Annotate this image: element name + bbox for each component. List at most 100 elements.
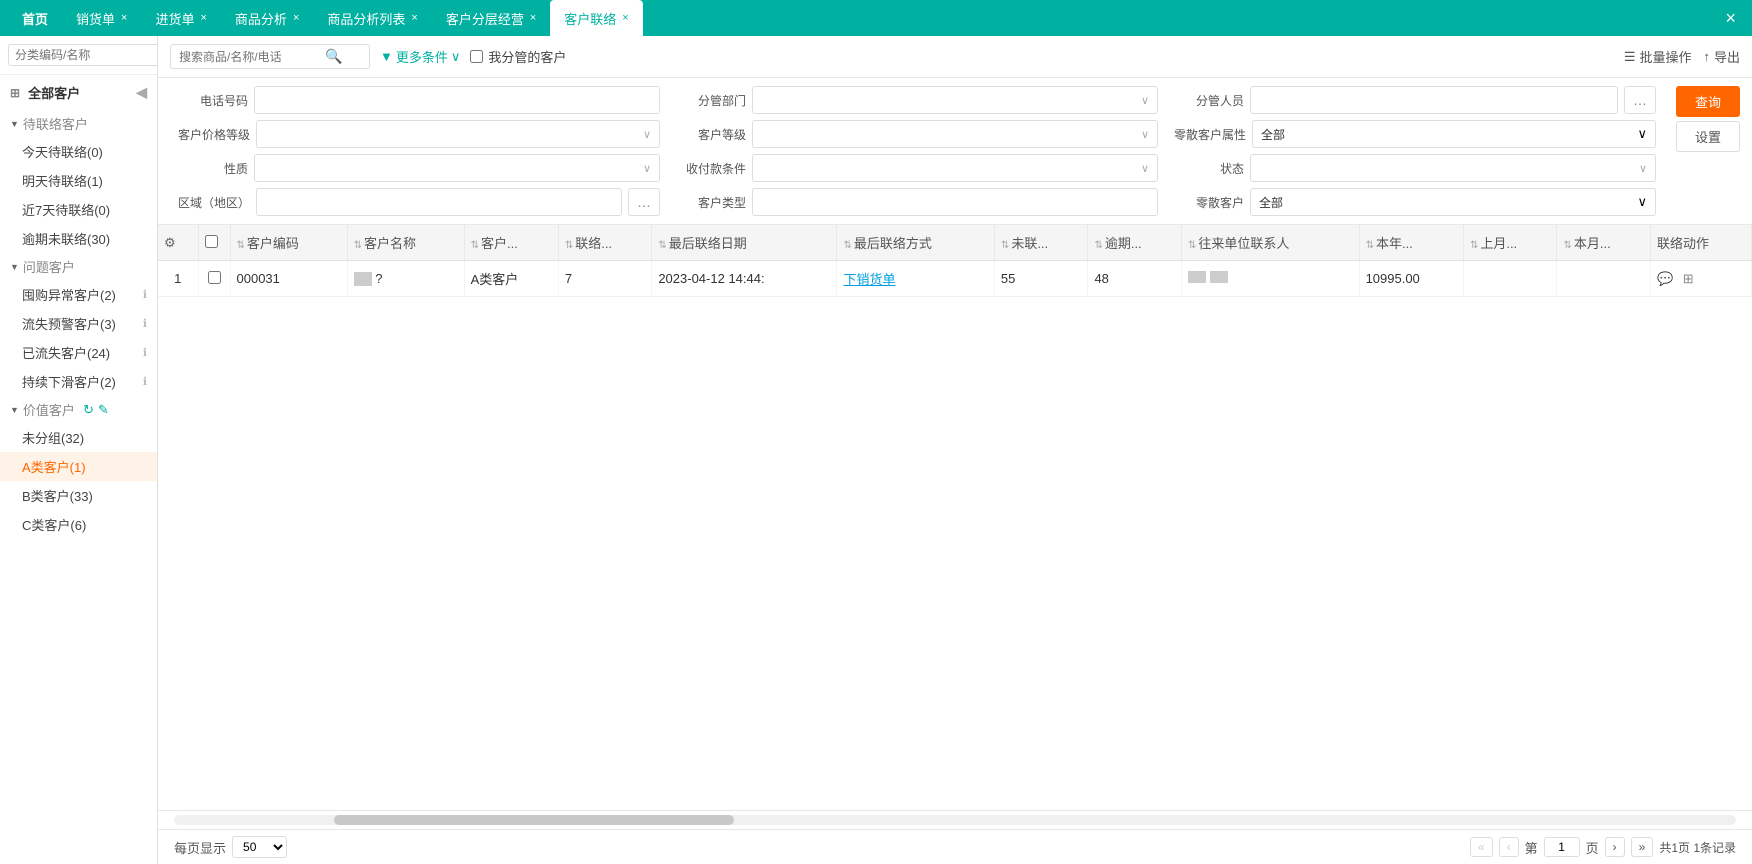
close-tab-5-icon[interactable]: × <box>622 12 628 24</box>
next-page-button[interactable]: › <box>1605 837 1625 857</box>
edit-icon[interactable]: ✎ <box>98 402 109 418</box>
sidebar-item-c-class[interactable]: C类客户(6) <box>0 510 157 539</box>
phone-input[interactable] <box>254 86 660 114</box>
sort-icon-code: ⇅ <box>237 240 245 251</box>
th-last-month[interactable]: ⇅上月... <box>1463 225 1557 261</box>
nav-home[interactable]: 首页 <box>8 0 62 36</box>
th-contact-count[interactable]: ⇅联络... <box>558 225 652 261</box>
page-size-select[interactable]: 50 100 200 <box>232 836 287 858</box>
sidebar-item-b-class[interactable]: B类客户(33) <box>0 481 157 510</box>
close-tab-1-icon[interactable]: × <box>200 12 206 24</box>
price-level-select[interactable]: ∨ <box>256 120 660 148</box>
phone-label: 电话号码 <box>178 92 248 109</box>
filter-search-input[interactable] <box>179 50 319 64</box>
page-number-input[interactable] <box>1544 837 1580 857</box>
chevron-down-icon: ∨ <box>451 49 461 65</box>
contact-avatar <box>1188 271 1206 283</box>
nav-tab-3[interactable]: 商品分析列表 × <box>313 0 431 36</box>
sidebar-item-7days[interactable]: 近7天待联络(0) <box>0 195 157 224</box>
first-page-button[interactable]: « <box>1470 837 1493 857</box>
region-dots-button[interactable]: … <box>628 188 660 216</box>
info-icon-1: ℹ <box>143 288 147 301</box>
more-filters-button[interactable]: ▼ 更多条件 ∨ <box>380 47 460 66</box>
th-code[interactable]: ⇅客户编码 <box>230 225 347 261</box>
grid-icon: ⊞ <box>10 86 20 100</box>
close-all-button[interactable]: × <box>1717 8 1744 29</box>
my-customers-check[interactable] <box>470 50 483 63</box>
table-settings-icon[interactable]: ⚙ <box>164 235 176 250</box>
status-label: 状态 <box>1174 160 1244 177</box>
sidebar-item-overdue[interactable]: 逾期未联络(30) <box>0 224 157 253</box>
person-dots-button[interactable]: … <box>1624 86 1656 114</box>
region-input[interactable] <box>256 188 622 216</box>
nature-select[interactable]: ∨ <box>254 154 660 182</box>
nav-tab-4[interactable]: 客户分层经营 × <box>432 0 550 36</box>
th-contacts-person[interactable]: ⇅往来单位联系人 <box>1181 225 1359 261</box>
th-last-date[interactable]: ⇅最后联络日期 <box>652 225 837 261</box>
sidebar-all-customers[interactable]: ⊞ 全部客户 ◀ <box>0 75 157 110</box>
row-checkbox[interactable] <box>208 271 221 284</box>
select-all-checkbox[interactable] <box>205 235 218 248</box>
person-input[interactable] <box>1250 86 1618 114</box>
filter-customer-type: 客户类型 <box>668 188 1166 216</box>
refresh-icon[interactable]: ↻ <box>83 402 94 418</box>
total-records: 共1页 1条记录 <box>1659 839 1736 856</box>
qrcode-icon[interactable]: ⊞ <box>1683 271 1694 286</box>
nav-tab-0[interactable]: 销货单 × <box>62 0 141 36</box>
collapse-sidebar-icon[interactable]: ◀ <box>136 84 147 101</box>
batch-op-button[interactable]: ☰ 批量操作 <box>1624 47 1692 66</box>
horizontal-scroll-thumb[interactable] <box>334 815 734 825</box>
dept-select[interactable]: ∨ <box>752 86 1158 114</box>
close-tab-4-icon[interactable]: × <box>530 12 536 24</box>
advanced-filters: 电话号码 分管部门 ∨ 分管人员 <box>158 78 1752 225</box>
sidebar-item-today[interactable]: 今天待联络(0) <box>0 137 157 166</box>
sort-icon-nocontact: ⇅ <box>1001 240 1009 251</box>
th-customer-type[interactable]: ⇅客户... <box>464 225 558 261</box>
sidebar-item-declining[interactable]: 持续下滑客户(2) ℹ <box>0 367 157 396</box>
message-icon[interactable]: 💬 <box>1657 271 1673 286</box>
sidebar-item-unclassified[interactable]: 未分组(32) <box>0 423 157 452</box>
horizontal-scroll-track[interactable] <box>174 815 1736 825</box>
cell-last-month <box>1463 261 1557 297</box>
th-this-month[interactable]: ⇅本月... <box>1557 225 1651 261</box>
sidebar-item-churned[interactable]: 已流失客户(24) ℹ <box>0 338 157 367</box>
dept-chevron-icon: ∨ <box>1141 94 1149 107</box>
nav-tab-1[interactable]: 进货单 × <box>141 0 220 36</box>
th-this-year[interactable]: ⇅本年... <box>1359 225 1463 261</box>
retail-select[interactable]: 全部 ∨ <box>1250 188 1656 216</box>
retail-value: 全部 <box>1259 194 1283 211</box>
th-no-contact[interactable]: ⇅未联... <box>994 225 1088 261</box>
th-name[interactable]: ⇅客户名称 <box>347 225 464 261</box>
sidebar-item-hoarding[interactable]: 囤购异常客户(2) ℹ <box>0 280 157 309</box>
export-button[interactable]: ↑ 导出 <box>1703 47 1740 66</box>
customer-type-input[interactable] <box>752 188 1158 216</box>
cell-last-date: 2023-04-12 14:44: <box>652 261 837 297</box>
my-customers-checkbox[interactable]: 我分管的客户 <box>470 47 566 66</box>
th-last-method[interactable]: ⇅最后联络方式 <box>837 225 994 261</box>
price-level-chevron-icon: ∨ <box>643 128 651 141</box>
close-tab-0-icon[interactable]: × <box>121 12 127 24</box>
sidebar-item-a-class[interactable]: A类客户(1) <box>0 452 157 481</box>
sidebar-item-churn-warning[interactable]: 流失预警客户(3) ℹ <box>0 309 157 338</box>
content-area: 🔍 ▼ 更多条件 ∨ 我分管的客户 ☰ 批量操作 ↑ 导出 <box>158 36 1752 864</box>
section-value-customers[interactable]: ▼ 价值客户 ↻ ✎ <box>0 396 157 423</box>
status-select[interactable]: ∨ <box>1250 154 1656 182</box>
sidebar-search-input[interactable] <box>8 44 158 66</box>
nav-tab-2[interactable]: 商品分析 × <box>221 0 313 36</box>
prev-page-button[interactable]: ‹ <box>1499 837 1519 857</box>
last-page-button[interactable]: » <box>1631 837 1654 857</box>
retail-attr-select[interactable]: 全部 ∨ <box>1252 120 1656 148</box>
settings-button[interactable]: 设置 <box>1676 121 1740 152</box>
th-overdue[interactable]: ⇅逾期... <box>1088 225 1182 261</box>
last-method-link[interactable]: 下销货单 <box>843 272 895 287</box>
sidebar-item-tomorrow[interactable]: 明天待联络(1) <box>0 166 157 195</box>
payment-select[interactable]: ∨ <box>752 154 1158 182</box>
section-pending-contact[interactable]: ▼ 待联络客户 <box>0 110 157 137</box>
section-problem-customers[interactable]: ▼ 问题客户 <box>0 253 157 280</box>
customer-level-select[interactable]: ∨ <box>752 120 1158 148</box>
nav-tab-5[interactable]: 客户联络 × <box>550 0 642 36</box>
query-button[interactable]: 查询 <box>1676 86 1740 117</box>
close-tab-2-icon[interactable]: × <box>293 12 299 24</box>
cell-customer-type: A类客户 <box>464 261 558 297</box>
close-tab-3-icon[interactable]: × <box>411 12 417 24</box>
